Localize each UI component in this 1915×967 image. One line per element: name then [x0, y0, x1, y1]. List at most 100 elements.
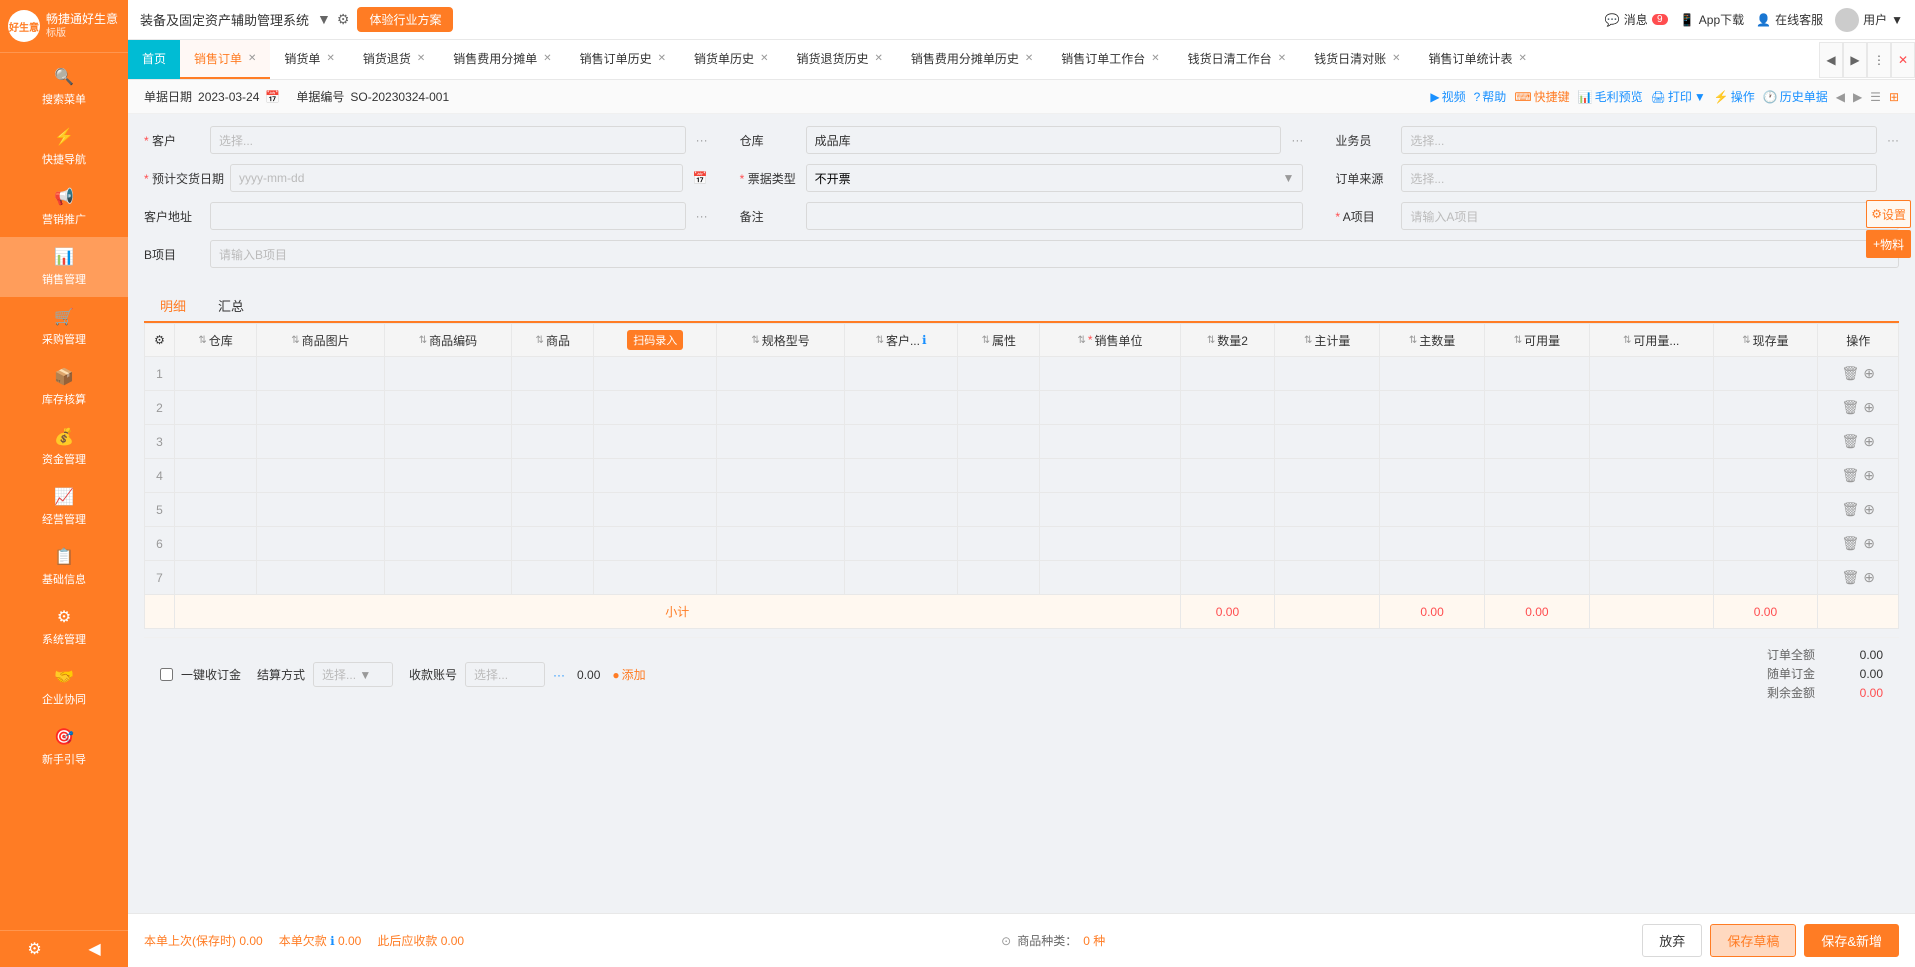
tab-close-sales-return[interactable]: ✕ — [417, 53, 425, 64]
layout-grid-btn[interactable]: ⊞ — [1889, 90, 1899, 104]
row-7-available2[interactable] — [1589, 561, 1713, 595]
tab-close-invoice-history[interactable]: ✕ — [760, 53, 768, 64]
row-6-unit[interactable] — [1040, 527, 1180, 561]
tab-close-workbench[interactable]: ✕ — [1151, 53, 1159, 64]
row-6-main-qty[interactable] — [1380, 527, 1485, 561]
row-1-qty2[interactable] — [1180, 357, 1275, 391]
summary-tab[interactable]: 汇总 — [202, 290, 260, 321]
message-center[interactable]: 💬 消息 9 — [1605, 11, 1668, 28]
th-available2[interactable]: ⇅ 可用量... — [1589, 324, 1713, 357]
th-image[interactable]: ⇅ 商品图片 — [257, 324, 385, 357]
row-2-qty2[interactable] — [1180, 391, 1275, 425]
app-download[interactable]: 📱 App下载 — [1680, 11, 1744, 28]
prev-page-btn[interactable]: ◀ — [1836, 90, 1845, 104]
th-settings[interactable]: ⚙ — [145, 324, 175, 357]
shortcut-link[interactable]: ⌨ 快捷键 — [1514, 88, 1569, 105]
profit-link[interactable]: 📊 毛利预览 — [1578, 88, 1643, 105]
th-main-unit[interactable]: ⇅ 主计量 — [1275, 324, 1380, 357]
sidebar-item-system[interactable]: ⚙ 系统管理 — [0, 597, 128, 657]
row-1-product[interactable] — [512, 357, 594, 391]
row-7-customer-code[interactable] — [844, 561, 957, 595]
tab-close-stats[interactable]: ✕ — [1519, 53, 1527, 64]
row-7-code[interactable] — [384, 561, 512, 595]
row-5-available[interactable] — [1484, 493, 1589, 527]
row-7-available[interactable] — [1484, 561, 1589, 595]
row-7-attribute[interactable] — [958, 561, 1040, 595]
row-2-image[interactable] — [257, 391, 385, 425]
delete-row-2-btn[interactable]: 🗑 — [1841, 399, 1859, 416]
settings-icon[interactable]: ⚙ — [337, 11, 350, 28]
tab-stats[interactable]: 销售订单统计表 ✕ — [1414, 40, 1540, 79]
row-3-warehouse[interactable] — [175, 425, 257, 459]
row-2-warehouse[interactable] — [175, 391, 257, 425]
th-main-qty[interactable]: ⇅ 主数量 — [1380, 324, 1485, 357]
operate-link[interactable]: ⚡ 操作 — [1714, 88, 1755, 105]
one-click-checkbox[interactable] — [160, 668, 173, 681]
copy-row-5-btn[interactable]: ⊕ — [1863, 501, 1875, 518]
th-product[interactable]: ⇅ 商品 — [512, 324, 594, 357]
row-5-stock[interactable] — [1713, 493, 1818, 527]
row-7-image[interactable] — [257, 561, 385, 595]
customer-dots[interactable]: ··· — [696, 133, 708, 147]
row-6-product[interactable] — [512, 527, 594, 561]
tab-close-history[interactable]: ✕ — [658, 53, 666, 64]
row-7-stock[interactable] — [1713, 561, 1818, 595]
detail-tab[interactable]: 明细 — [144, 290, 202, 323]
tab-sales-expense[interactable]: 销售费用分摊单 ✕ — [439, 40, 565, 79]
copy-row-3-btn[interactable]: ⊕ — [1863, 433, 1875, 450]
row-3-barcode[interactable] — [594, 425, 717, 459]
tabs-scroll-right[interactable]: ▶ — [1843, 42, 1867, 78]
next-page-btn[interactable]: ▶ — [1853, 90, 1862, 104]
right-add-material-btn[interactable]: + 物料 — [1866, 230, 1911, 258]
customer-input[interactable]: 选择... — [210, 126, 686, 154]
row-6-qty2[interactable] — [1180, 527, 1275, 561]
tab-sales-invoice[interactable]: 销货单 ✕ — [270, 40, 348, 79]
tab-close-return-history[interactable]: ✕ — [874, 53, 882, 64]
solution-btn[interactable]: 体验行业方案 — [357, 7, 453, 32]
row-2-main-unit[interactable] — [1275, 391, 1380, 425]
row-5-spec[interactable] — [717, 493, 845, 527]
row-1-spec[interactable] — [717, 357, 845, 391]
row-1-barcode[interactable] — [594, 357, 717, 391]
th-barcode[interactable]: 扫码录入 — [594, 324, 717, 357]
row-2-available[interactable] — [1484, 391, 1589, 425]
row-5-qty2[interactable] — [1180, 493, 1275, 527]
row-6-warehouse[interactable] — [175, 527, 257, 561]
copy-row-4-btn[interactable]: ⊕ — [1863, 467, 1875, 484]
row-5-main-unit[interactable] — [1275, 493, 1380, 527]
th-available[interactable]: ⇅ 可用量 — [1484, 324, 1589, 357]
row-6-available2[interactable] — [1589, 527, 1713, 561]
tab-reconcile[interactable]: 钱货日清对账 ✕ — [1300, 40, 1414, 79]
row-5-product[interactable] — [512, 493, 594, 527]
row-4-attribute[interactable] — [958, 459, 1040, 493]
sidebar-item-sales[interactable]: 📊 销售管理 — [0, 237, 128, 297]
delete-row-4-btn[interactable]: 🗑 — [1841, 467, 1859, 484]
warehouse-dots[interactable]: ··· — [1291, 133, 1303, 147]
row-4-warehouse[interactable] — [175, 459, 257, 493]
tab-close-sales-expense[interactable]: ✕ — [543, 53, 551, 64]
copy-row-1-btn[interactable]: ⊕ — [1863, 365, 1875, 382]
row-3-attribute[interactable] — [958, 425, 1040, 459]
layout-list-btn[interactable]: ☰ — [1870, 90, 1881, 104]
row-2-main-qty[interactable] — [1380, 391, 1485, 425]
row-2-customer-code[interactable] — [844, 391, 957, 425]
warehouse-input[interactable]: 成品库 — [806, 126, 1282, 154]
help-link[interactable]: ? 帮助 — [1474, 88, 1507, 105]
sidebar-collapse-btn[interactable]: ◀ — [88, 939, 100, 959]
row-7-product[interactable] — [512, 561, 594, 595]
salesperson-dots[interactable]: ··· — [1887, 133, 1899, 147]
tab-expense-history[interactable]: 销售费用分摊单历史 ✕ — [897, 40, 1047, 79]
account-select[interactable]: 选择... — [465, 662, 545, 687]
delete-row-1-btn[interactable]: 🗑 — [1841, 365, 1859, 382]
a-project-input[interactable]: 请输入A项目 — [1401, 202, 1899, 230]
row-4-available2[interactable] — [1589, 459, 1713, 493]
row-2-product[interactable] — [512, 391, 594, 425]
copy-row-6-btn[interactable]: ⊕ — [1863, 535, 1875, 552]
sidebar-item-search[interactable]: 🔍 搜索菜单 — [0, 57, 128, 117]
row-6-main-unit[interactable] — [1275, 527, 1380, 561]
row-4-customer-code[interactable] — [844, 459, 957, 493]
print-link[interactable]: 🖨 打印 ▼ — [1651, 88, 1706, 105]
tab-close-expense-history[interactable]: ✕ — [1025, 53, 1033, 64]
method-select[interactable]: 选择... ▼ — [313, 662, 393, 687]
row-1-image[interactable] — [257, 357, 385, 391]
